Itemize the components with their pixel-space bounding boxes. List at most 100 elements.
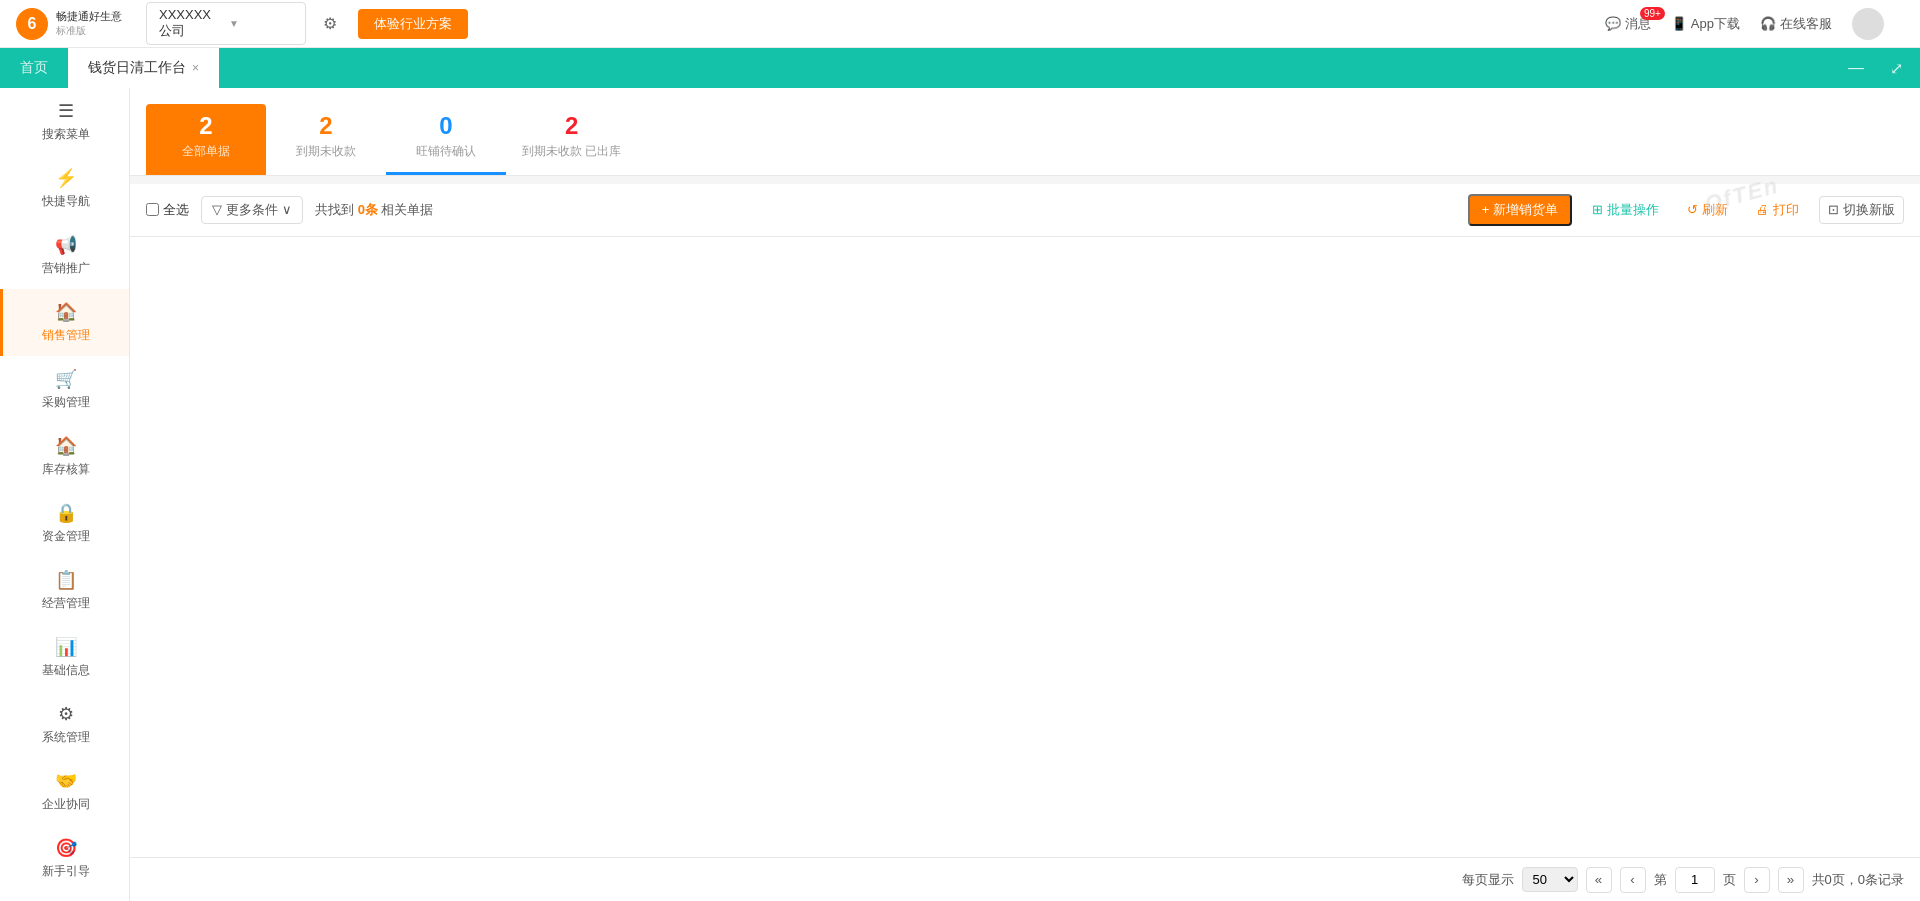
- minimize-button[interactable]: —: [1840, 52, 1872, 84]
- sidebar-item-search-menu[interactable]: ☰ 搜索菜单: [0, 88, 129, 155]
- purchase-icon: 🛒: [55, 368, 77, 390]
- filter-icon: ▽: [212, 202, 222, 217]
- print-icon: 🖨: [1756, 202, 1769, 217]
- filter-label: 更多条件: [226, 201, 278, 219]
- select-all-area[interactable]: 全选: [146, 201, 189, 219]
- main-layout: ☰ 搜索菜单 ⚡ 快捷导航 📢 营销推广 🏠 销售管理 🛒 采购管理 🏠 库存核…: [0, 88, 1920, 901]
- switch-new-version-button[interactable]: ⊡ 切换新版: [1819, 196, 1904, 224]
- sidebar-item-purchase[interactable]: 🛒 采购管理: [0, 356, 129, 423]
- stat-tab-all[interactable]: 2 全部单据: [146, 104, 266, 175]
- sidebar-item-inventory[interactable]: 🏠 库存核算: [0, 423, 129, 490]
- stat-label-overdue: 到期未收款: [282, 143, 370, 160]
- stat-label-pending: 旺铺待确认: [402, 143, 490, 160]
- basic-info-icon: 📊: [55, 636, 77, 658]
- page-suffix: 页: [1723, 871, 1736, 889]
- sidebar-label-search-menu: 搜索菜单: [42, 126, 90, 143]
- stat-count-overdue-out: 2: [522, 112, 621, 141]
- prev-page-button[interactable]: ‹: [1620, 867, 1646, 893]
- sidebar: ☰ 搜索菜单 ⚡ 快捷导航 📢 营销推广 🏠 销售管理 🛒 采购管理 🏠 库存核…: [0, 88, 130, 901]
- stat-count-pending: 0: [402, 112, 490, 141]
- stat-count-all: 2: [162, 112, 250, 141]
- sidebar-item-quick-nav[interactable]: ⚡ 快捷导航: [0, 155, 129, 222]
- online-service-item[interactable]: 🎧 在线客服: [1760, 15, 1832, 33]
- top-header: 6 畅捷通好生意 标准版 XXXXXX公司 ▼ ⚙ 体验行业方案 💬 消息 99…: [0, 0, 1920, 48]
- print-button[interactable]: 🖨 打印: [1748, 197, 1807, 223]
- select-all-checkbox[interactable]: [146, 203, 159, 216]
- sidebar-item-sales[interactable]: 🏠 销售管理: [0, 289, 129, 356]
- sidebar-label-sales: 销售管理: [42, 327, 90, 344]
- refresh-button[interactable]: ↺ 刷新: [1679, 197, 1736, 223]
- sidebar-item-guide[interactable]: 🎯 新手引导: [0, 825, 129, 892]
- page-size-select[interactable]: 50 100 200: [1522, 867, 1578, 892]
- online-service-label: 在线客服: [1780, 15, 1832, 33]
- guide-icon: 🎯: [55, 837, 77, 859]
- first-page-button[interactable]: «: [1586, 867, 1612, 893]
- sidebar-label-cooperation: 企业协同: [42, 796, 90, 813]
- settings-icon[interactable]: ⚙: [314, 8, 346, 40]
- tab-work[interactable]: 钱货日清工作台 ×: [68, 48, 219, 88]
- per-page-label: 每页显示: [1462, 871, 1514, 889]
- switch-icon: ⊡: [1828, 202, 1839, 217]
- sidebar-label-basic-info: 基础信息: [42, 662, 90, 679]
- logo-area: 6 畅捷通好生意 标准版: [16, 8, 146, 40]
- pagination: 每页显示 50 100 200 « ‹ 第 页 › » 共0页，0条记录: [130, 857, 1920, 901]
- tab-work-close[interactable]: ×: [192, 61, 199, 75]
- add-sales-order-button[interactable]: + 新增销货单: [1468, 194, 1572, 226]
- logo-icon: 6: [16, 8, 48, 40]
- finance-icon: 🔒: [55, 502, 77, 524]
- page-label: 第: [1654, 871, 1667, 889]
- tab-home[interactable]: 首页: [0, 48, 68, 88]
- toolbar-right: + 新增销货单 ⊞ 批量操作 ↺ 刷新 🖨 打印 ⊡ 切换新版: [1468, 194, 1904, 226]
- sidebar-item-finance[interactable]: 🔒 资金管理: [0, 490, 129, 557]
- sidebar-label-inventory: 库存核算: [42, 461, 90, 478]
- message-item[interactable]: 💬 消息 99+: [1605, 15, 1651, 33]
- app-download-label: App下载: [1691, 15, 1740, 33]
- batch-icon: ⊞: [1592, 202, 1603, 217]
- sidebar-item-app-center[interactable]: 📦 应用中心: [0, 892, 129, 901]
- sidebar-item-cooperation[interactable]: 🤝 企业协同: [0, 758, 129, 825]
- marketing-icon: 📢: [55, 234, 77, 256]
- sidebar-item-system[interactable]: ⚙ 系统管理: [0, 691, 129, 758]
- app-download-icon: 📱: [1671, 16, 1687, 31]
- header-right: 💬 消息 99+ 📱 App下载 🎧 在线客服: [1605, 8, 1904, 40]
- sidebar-label-marketing: 营销推广: [42, 260, 90, 277]
- app-download-item[interactable]: 📱 App下载: [1671, 15, 1740, 33]
- inventory-icon: 🏠: [55, 435, 77, 457]
- stat-tab-pending[interactable]: 0 旺铺待确认: [386, 104, 506, 175]
- sidebar-label-guide: 新手引导: [42, 863, 90, 880]
- stat-label-all: 全部单据: [162, 143, 250, 160]
- batch-operation-button[interactable]: ⊞ 批量操作: [1584, 197, 1667, 223]
- page-number-input[interactable]: [1675, 867, 1715, 893]
- found-count: 0条: [358, 202, 378, 217]
- maximize-button[interactable]: ⤢: [1880, 52, 1912, 84]
- search-menu-icon: ☰: [58, 100, 74, 122]
- stat-label-overdue-out: 到期未收款 已出库: [522, 143, 621, 160]
- select-all-label: 全选: [163, 201, 189, 219]
- nav-tab-actions: — ⤢: [1840, 52, 1920, 84]
- avatar[interactable]: [1852, 8, 1884, 40]
- company-name: XXXXXX公司: [159, 7, 223, 40]
- stat-count-overdue: 2: [282, 112, 370, 141]
- sidebar-item-operations[interactable]: 📋 经营管理: [0, 557, 129, 624]
- cooperation-icon: 🤝: [55, 770, 77, 792]
- stat-tab-overdue[interactable]: 2 到期未收款: [266, 104, 386, 175]
- filter-button[interactable]: ▽ 更多条件 ∨: [201, 196, 303, 224]
- sidebar-label-system: 系统管理: [42, 729, 90, 746]
- system-icon: ⚙: [58, 703, 74, 725]
- nav-tabs: 首页 钱货日清工作台 × — ⤢: [0, 48, 1920, 88]
- sidebar-label-quick-nav: 快捷导航: [42, 193, 90, 210]
- sidebar-item-marketing[interactable]: 📢 营销推广: [0, 222, 129, 289]
- sidebar-label-finance: 资金管理: [42, 528, 90, 545]
- sales-icon: 🏠: [55, 301, 77, 323]
- stat-tab-overdue-out[interactable]: 2 到期未收款 已出库: [506, 104, 637, 175]
- total-text: 共0页，0条记录: [1812, 871, 1904, 889]
- last-page-button[interactable]: »: [1778, 867, 1804, 893]
- trial-button[interactable]: 体验行业方案: [358, 9, 468, 39]
- company-dropdown-icon: ▼: [229, 18, 293, 29]
- company-selector[interactable]: XXXXXX公司 ▼: [146, 2, 306, 45]
- online-service-icon: 🎧: [1760, 16, 1776, 31]
- next-page-button[interactable]: ›: [1744, 867, 1770, 893]
- sidebar-item-basic-info[interactable]: 📊 基础信息: [0, 624, 129, 691]
- toolbar: 全选 ▽ 更多条件 ∨ 共找到 0条 相关单据 + 新增销货单 ⊞ 批量操作 ↺: [130, 184, 1920, 237]
- stats-tabs: 2 全部单据 2 到期未收款 0 旺铺待确认 2 到期未收款 已出库: [130, 88, 1920, 176]
